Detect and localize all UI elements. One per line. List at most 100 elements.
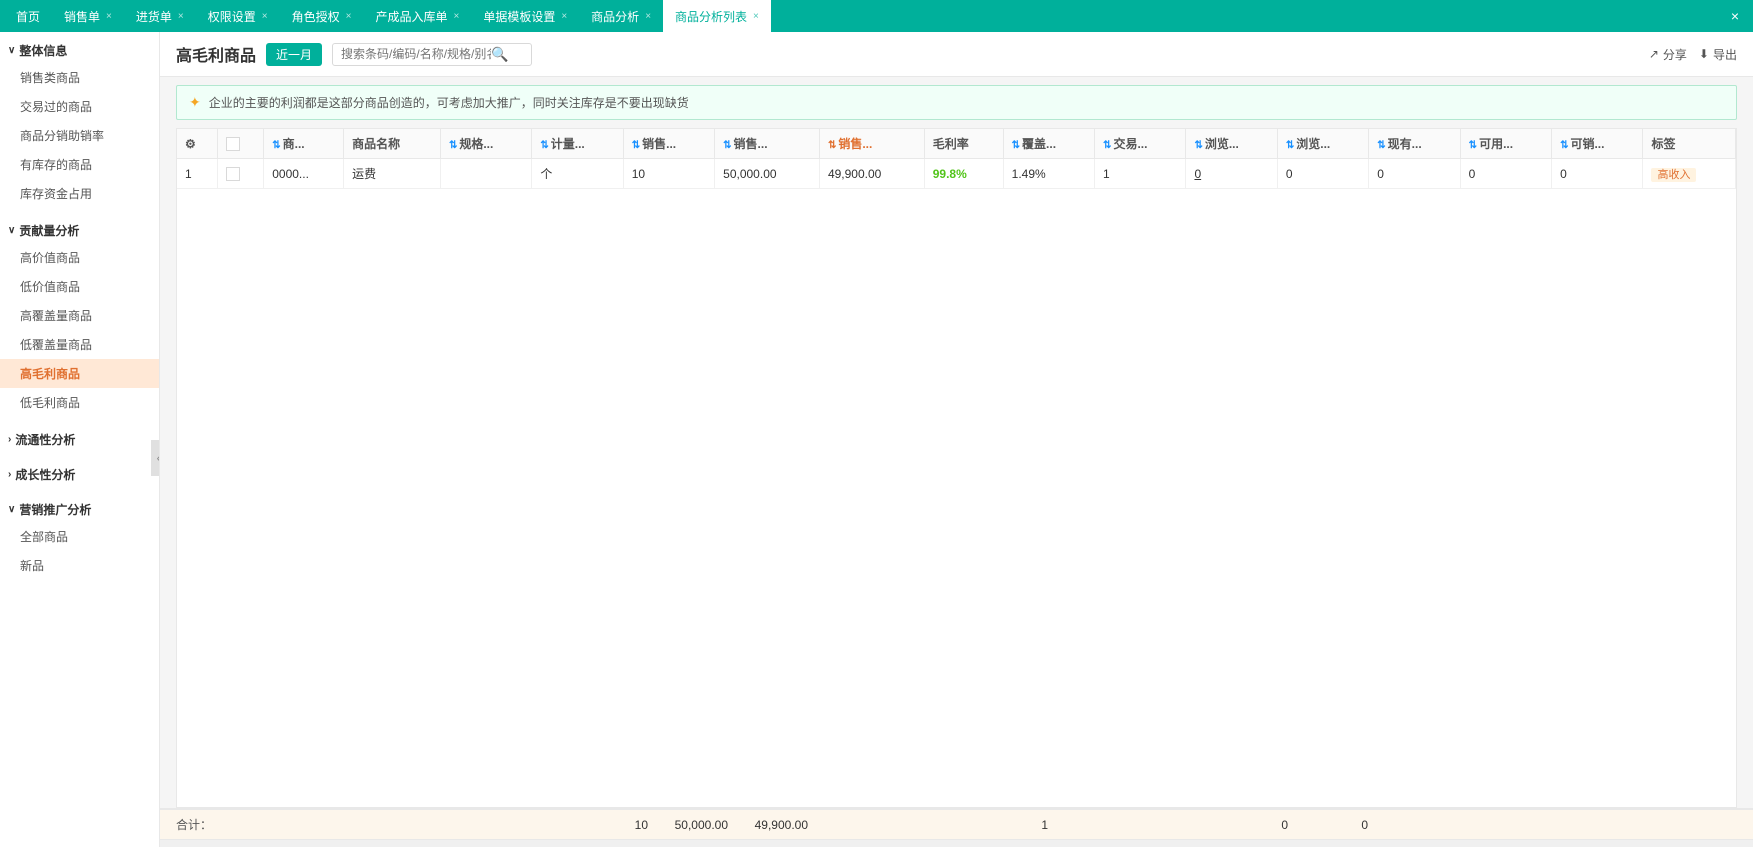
cell-spec — [440, 159, 531, 189]
export-label: 导出 — [1713, 46, 1737, 63]
export-button[interactable]: ⬇ 导出 — [1699, 46, 1737, 63]
window-close-button[interactable]: × — [1721, 8, 1749, 24]
nav-sales[interactable]: 销售单 × — [52, 0, 124, 32]
col-checkbox — [218, 129, 264, 159]
sidebar-item-high-margin[interactable]: 高毛利商品 — [0, 359, 159, 388]
footer-total: 合计： 10 50,000.00 49,900.00 1 0 0 — [160, 808, 1753, 839]
sidebar-group-contribution-title[interactable]: ∨ 贡献量分析 — [0, 216, 159, 243]
main-layout: « ∨ 整体信息 销售类商品 交易过的商品 商品分销助销率 有库存的商品 库存资… — [0, 32, 1753, 847]
header-checkbox[interactable] — [226, 137, 240, 151]
cell-browse1[interactable]: 0 — [1186, 159, 1277, 189]
nav-permission-close[interactable]: × — [262, 11, 268, 22]
content-area: 高毛利商品 近一月 🔍 ↗ 分享 ⬇ 导出 ✦ 企业的主要的利润都是这部分商品创… — [160, 32, 1753, 847]
col-sales3[interactable]: ⇅销售... — [819, 129, 924, 159]
nav-analysis-list[interactable]: 商品分析列表 × — [663, 0, 771, 32]
nav-analysis[interactable]: 商品分析 × — [579, 0, 663, 32]
sidebar-group-liquidity-title[interactable]: › 流通性分析 — [0, 425, 159, 452]
col-sellable[interactable]: ⇅可销... — [1552, 129, 1643, 159]
share-icon: ↗ — [1649, 47, 1659, 61]
sidebar-item-all-goods[interactable]: 全部商品 — [0, 522, 159, 551]
sidebar-group-liquidity: › 流通性分析 — [0, 421, 159, 456]
sidebar-item-low-margin[interactable]: 低毛利商品 — [0, 388, 159, 417]
col-sales1[interactable]: ⇅销售... — [623, 129, 714, 159]
cell-code[interactable]: 0000... — [264, 159, 344, 189]
col-settings[interactable]: ⚙ — [177, 129, 218, 159]
page-title: 高毛利商品 — [176, 42, 256, 66]
nav-home-label: 首页 — [16, 8, 40, 25]
nav-permission[interactable]: 权限设置 × — [196, 0, 280, 32]
bottom-scrollbar[interactable] — [160, 839, 1753, 847]
sidebar-item-high-value[interactable]: 高价值商品 — [0, 243, 159, 272]
col-coverage[interactable]: ⇅覆盖... — [1003, 129, 1094, 159]
nav-purchase-close[interactable]: × — [178, 11, 184, 22]
sidebar-item-in-stock[interactable]: 有库存的商品 — [0, 150, 159, 179]
tag-badge: 高收入 — [1651, 168, 1696, 182]
nav-home[interactable]: 首页 — [4, 0, 52, 32]
group-overall-label: 整体信息 — [19, 42, 67, 59]
table-container[interactable]: ⚙ ⇅商... 商品名称 ⇅规格... ⇅计量... ⇅销售... ⇅销售...… — [176, 128, 1737, 808]
browse1-link[interactable]: 0 — [1194, 167, 1201, 181]
search-box: 🔍 — [332, 43, 532, 66]
col-available[interactable]: ⇅可用... — [1460, 129, 1551, 159]
nav-analysis-list-close[interactable]: × — [753, 11, 759, 22]
export-icon: ⬇ — [1699, 47, 1709, 61]
nav-role-close[interactable]: × — [346, 11, 352, 22]
cell-available: 0 — [1460, 159, 1551, 189]
sidebar-group-overall-title[interactable]: ∨ 整体信息 — [0, 36, 159, 63]
sidebar-item-distribution-rate[interactable]: 商品分销助销率 — [0, 121, 159, 150]
filter-recent-month-button[interactable]: 近一月 — [266, 43, 322, 66]
share-button[interactable]: ↗ 分享 — [1649, 46, 1687, 63]
nav-analysis-label: 商品分析 — [591, 8, 639, 25]
nav-template-close[interactable]: × — [561, 11, 567, 22]
col-code[interactable]: ⇅商... — [264, 129, 344, 159]
info-banner: ✦ 企业的主要的利润都是这部分商品创造的，可考虑加大推广，同时关注库存是不要出现… — [176, 85, 1737, 120]
col-spec[interactable]: ⇅规格... — [440, 129, 531, 159]
nav-role[interactable]: 角色授权 × — [280, 0, 364, 32]
col-sales2[interactable]: ⇅销售... — [715, 129, 820, 159]
footer-label: 合计： — [176, 816, 236, 833]
col-gross-rate: 毛利率 — [924, 129, 1003, 159]
footer-values: 10 50,000.00 49,900.00 1 0 0 — [236, 818, 1376, 832]
sidebar-item-new-goods[interactable]: 新品 — [0, 551, 159, 580]
info-banner-text: 企业的主要的利润都是这部分商品创造的，可考虑加大推广，同时关注库存是不要出现缺货 — [209, 94, 689, 111]
col-stock[interactable]: ⇅现有... — [1369, 129, 1460, 159]
nav-analysis-close[interactable]: × — [645, 11, 651, 22]
nav-product-entry-close[interactable]: × — [453, 11, 459, 22]
sidebar-group-growth: › 成长性分析 — [0, 456, 159, 491]
content-header: 高毛利商品 近一月 🔍 ↗ 分享 ⬇ 导出 — [160, 32, 1753, 77]
cell-index: 1 — [177, 159, 218, 189]
table-header-row: ⚙ ⇅商... 商品名称 ⇅规格... ⇅计量... ⇅销售... ⇅销售...… — [177, 129, 1736, 159]
sidebar-group-marketing-title[interactable]: ∨ 营销推广分析 — [0, 495, 159, 522]
cell-unit: 个 — [532, 159, 623, 189]
col-tag: 标签 — [1643, 129, 1736, 159]
nav-sales-label: 销售单 — [64, 8, 100, 25]
col-browse1[interactable]: ⇅浏览... — [1186, 129, 1277, 159]
sidebar-item-high-coverage[interactable]: 高覆盖量商品 — [0, 301, 159, 330]
group-liquidity-arrow: › — [8, 434, 11, 445]
sidebar-group-overall: ∨ 整体信息 销售类商品 交易过的商品 商品分销助销率 有库存的商品 库存资金占… — [0, 32, 159, 212]
col-unit[interactable]: ⇅计量... — [532, 129, 623, 159]
nav-template[interactable]: 单据模板设置 × — [471, 0, 579, 32]
sidebar-group-growth-title[interactable]: › 成长性分析 — [0, 460, 159, 487]
col-transaction[interactable]: ⇅交易... — [1095, 129, 1186, 159]
sidebar-item-traded-goods[interactable]: 交易过的商品 — [0, 92, 159, 121]
search-input[interactable] — [341, 47, 491, 61]
col-browse2[interactable]: ⇅浏览... — [1277, 129, 1368, 159]
sidebar-item-low-value[interactable]: 低价值商品 — [0, 272, 159, 301]
header-actions: ↗ 分享 ⬇ 导出 — [1649, 46, 1737, 63]
sidebar-collapse-button[interactable]: « — [151, 440, 160, 476]
sidebar-item-sales-goods[interactable]: 销售类商品 — [0, 63, 159, 92]
gross-rate-value: 99.8% — [933, 167, 967, 181]
sidebar-group-contribution: ∨ 贡献量分析 高价值商品 低价值商品 高覆盖量商品 低覆盖量商品 高毛利商品 … — [0, 212, 159, 421]
top-navigation: 首页 销售单 × 进货单 × 权限设置 × 角色授权 × 产成品入库单 × 单据… — [0, 0, 1753, 32]
nav-product-entry[interactable]: 产成品入库单 × — [363, 0, 471, 32]
sidebar-item-stock-capital[interactable]: 库存资金占用 — [0, 179, 159, 208]
sidebar-item-low-coverage[interactable]: 低覆盖量商品 — [0, 330, 159, 359]
nav-role-label: 角色授权 — [292, 8, 340, 25]
row-checkbox[interactable] — [226, 167, 240, 181]
cell-coverage: 1.49% — [1003, 159, 1094, 189]
search-icon[interactable]: 🔍 — [491, 46, 508, 63]
nav-sales-close[interactable]: × — [106, 11, 112, 22]
cell-name: 运费 — [344, 159, 441, 189]
nav-purchase[interactable]: 进货单 × — [124, 0, 196, 32]
